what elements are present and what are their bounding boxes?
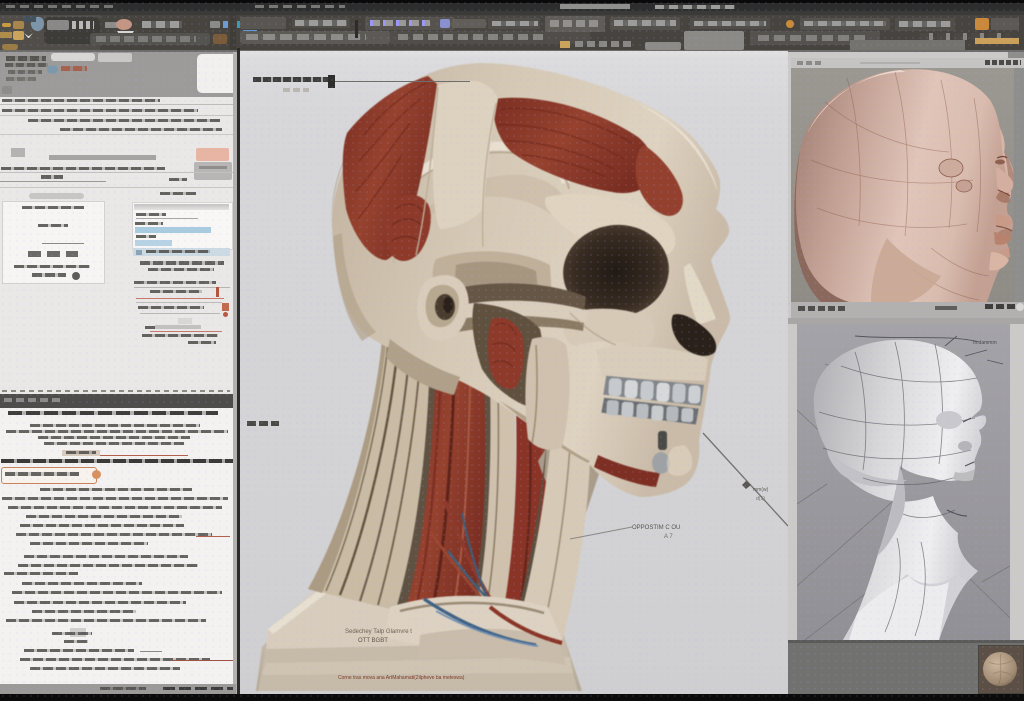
svg-text:Sedechey Talp Glamvre t: Sedechey Talp Glamvre t (345, 629, 412, 635)
svg-text:d(1): d(1) (756, 496, 765, 502)
svg-text:OTT BGBT: OTT BGBT (358, 638, 388, 644)
svg-text:OPPOSTIM C OU: OPPOSTIM C OU (632, 525, 680, 531)
svg-text:m.dammm: m.dammm (973, 340, 997, 346)
svg-text:Corne tras mova ana ArtMahamat: Corne tras mova ana ArtMahamati(2ilpheve… (338, 675, 465, 681)
svg-text:A 7: A 7 (664, 534, 673, 540)
svg-text:mm(w): mm(w) (753, 487, 769, 493)
